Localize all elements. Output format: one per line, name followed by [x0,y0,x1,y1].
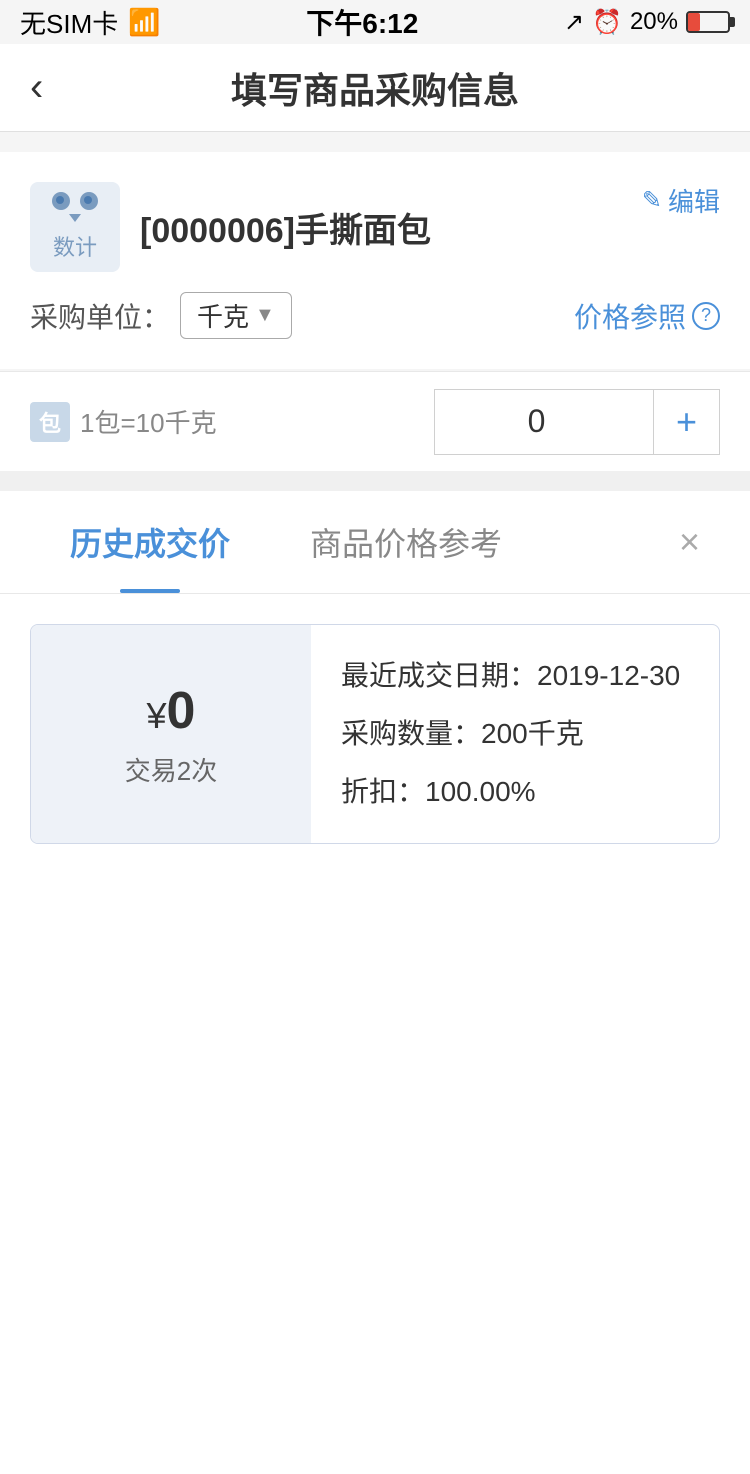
purchase-qty-value: 200千克 [481,718,584,749]
location-icon: ↗ [564,8,584,37]
product-unit-row: 采购单位： 千克 ▼ 价格参照 ? [30,292,720,339]
thumbnail-label: 数计 [53,230,97,262]
product-card: 数计 [0000006]手撕面包 ✎ 编辑 采购单位： 千克 ▼ 价格参照 ? [0,152,750,369]
currency-symbol: ¥ [147,695,167,736]
status-indicators: ↗ ⏰ 20% [564,8,730,37]
owl-eye-right [80,192,98,210]
owl-eye-left [52,192,70,210]
nav-bar: ‹ 填写商品采购信息 [0,44,750,132]
quantity-section: 包 1包=10千克 + [0,371,750,471]
tab-price-ref-label: 商品价格参考 [310,526,502,562]
purchase-qty-row: 采购数量：200千克 [341,713,689,755]
tab-price-ref[interactable]: 商品价格参考 [270,491,542,593]
product-info-left: 数计 [0000006]手撕面包 [30,182,431,272]
edit-button[interactable]: ✎ 编辑 [642,182,720,219]
tab-history-price[interactable]: 历史成交价 [30,491,270,593]
recent-date-label: 最近成交日期： [341,660,537,691]
quantity-plus-button[interactable]: + [654,389,720,455]
price-card: ¥0 交易2次 最近成交日期：2019-12-30 采购数量：200千克 折扣：… [30,624,720,844]
tab-history-label: 历史成交价 [70,526,230,562]
discount-value: 100.00% [425,776,536,807]
edit-label: 编辑 [668,182,720,219]
tab-bar: 历史成交价 商品价格参考 × [0,491,750,594]
page-title: 填写商品采购信息 [231,62,519,114]
price-amount: ¥0 [147,681,196,741]
quantity-label-group: 包 1包=10千克 [30,402,217,442]
unit-label: 采购单位： [30,296,170,336]
qty-unit-icon: 包 [30,402,70,442]
edit-icon: ✎ [642,186,662,215]
quantity-input[interactable] [434,389,654,455]
carrier-text: 无SIM卡 [20,4,118,41]
battery-percent: 20% [630,8,678,36]
status-carrier: 无SIM卡 📶 [20,4,161,41]
info-icon: ? [692,302,720,330]
discount-label: 折扣： [341,776,425,807]
unit-left: 采购单位： 千克 ▼ [30,292,292,339]
status-time: 下午6:12 [306,2,418,42]
recent-date-value: 2019-12-30 [537,660,680,691]
product-name: [0000006]手撕面包 [140,203,431,252]
trade-count: 交易2次 [125,751,217,788]
qty-conversion-text: 1包=10千克 [80,403,217,440]
product-header: 数计 [0000006]手撕面包 ✎ 编辑 [30,182,720,272]
status-bar: 无SIM卡 📶 下午6:12 ↗ ⏰ 20% [0,0,750,44]
discount-row: 折扣：100.00% [341,771,689,813]
recent-date-row: 最近成交日期：2019-12-30 [341,655,689,697]
back-button[interactable]: ‹ [30,65,43,110]
price-card-left: ¥0 交易2次 [31,625,311,843]
product-thumbnail: 数计 [30,182,120,272]
battery-icon [686,11,730,33]
owl-eyes [52,192,98,210]
alarm-icon: ⏰ [592,8,622,37]
bottom-space [0,874,750,1474]
unit-value: 千克 [197,297,249,334]
owl-beak [69,214,81,222]
price-card-right: 最近成交日期：2019-12-30 采购数量：200千克 折扣：100.00% [311,625,719,843]
price-card-container: ¥0 交易2次 最近成交日期：2019-12-30 采购数量：200千克 折扣：… [0,594,750,874]
price-ref-label: 价格参照 [574,296,686,336]
price-ref-button[interactable]: 价格参照 ? [574,296,720,336]
section-divider [0,471,750,491]
unit-selector[interactable]: 千克 ▼ [180,292,292,339]
quantity-input-group: + [434,389,720,455]
price-value: 0 [167,682,196,740]
tab-close-button[interactable]: × [659,501,720,583]
wifi-icon: 📶 [128,7,160,38]
purchase-qty-label: 采购数量： [341,718,481,749]
unit-dropdown-arrow: ▼ [255,304,275,327]
